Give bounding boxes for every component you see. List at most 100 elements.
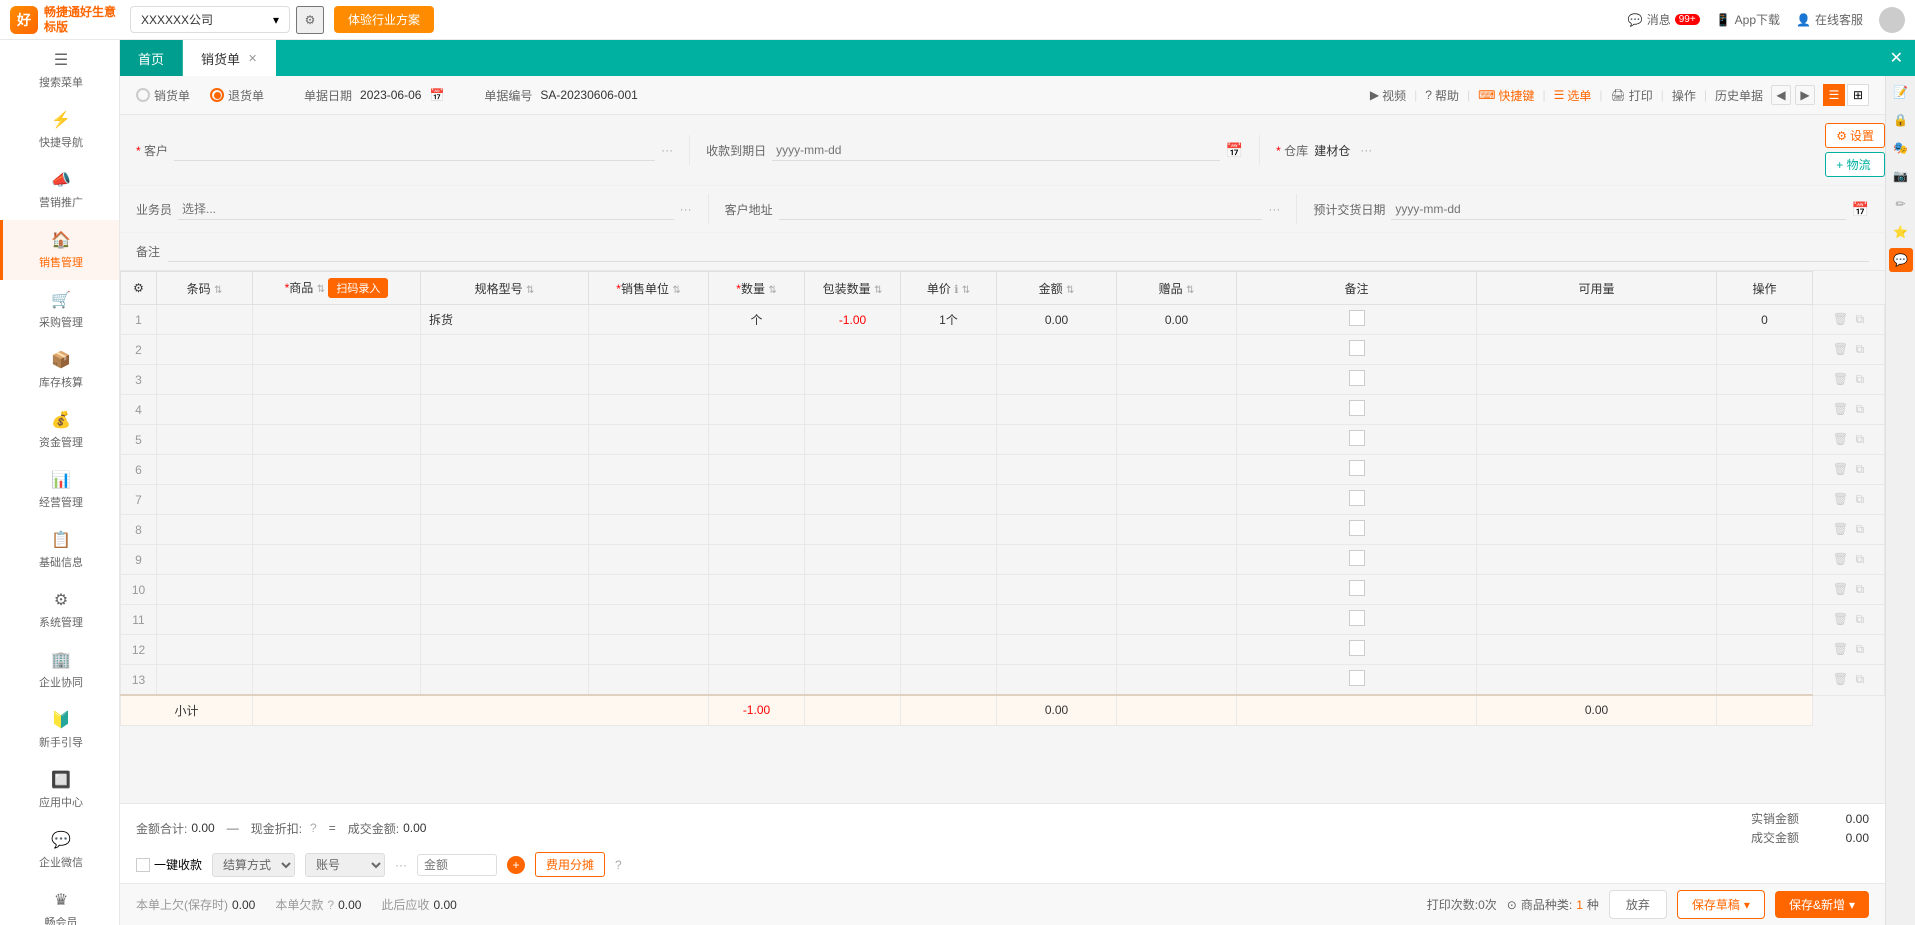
date-calendar-icon[interactable]: 📅 (429, 88, 444, 102)
expected-calendar-icon[interactable]: 📅 (1852, 201, 1869, 218)
fee-split-btn[interactable]: 费用分摊 (535, 852, 605, 877)
row-price[interactable] (997, 605, 1117, 635)
row-product[interactable] (421, 575, 589, 605)
row-barcode[interactable] (253, 485, 421, 515)
row-gift[interactable] (1237, 335, 1477, 365)
row-amount[interactable] (1117, 635, 1237, 665)
price-info-icon[interactable]: ℹ (954, 284, 958, 296)
sidebar-item-member[interactable]: ♛ 畅会员 (0, 880, 119, 925)
radio-return[interactable]: 退货单 (210, 87, 264, 104)
row-barcode[interactable] (253, 605, 421, 635)
row-unit[interactable]: 个 (709, 305, 805, 335)
sidebar-item-corp[interactable]: 🏢 企业协同 (0, 640, 119, 700)
sidebar-item-quick-nav[interactable]: ⚡ 快捷导航 (0, 100, 119, 160)
shortcut-btn[interactable]: ⌨ 快捷键 (1478, 87, 1534, 104)
row-qty[interactable]: -1.00 (805, 305, 901, 335)
copy-icon[interactable]: ⧉ (1856, 432, 1865, 446)
row-unit[interactable] (709, 425, 805, 455)
gift-checkbox[interactable] (1349, 460, 1365, 476)
row-amount[interactable] (1117, 455, 1237, 485)
row-product[interactable] (421, 365, 589, 395)
salesperson-dots[interactable]: ··· (680, 202, 692, 216)
row-settings[interactable] (157, 455, 253, 485)
row-pkg[interactable] (901, 515, 997, 545)
rt-btn-5[interactable]: ✏ (1889, 192, 1913, 216)
row-spec[interactable] (589, 605, 709, 635)
copy-icon[interactable]: ⧉ (1856, 402, 1865, 416)
expected-date-input[interactable] (1391, 199, 1845, 220)
row-price[interactable] (997, 515, 1117, 545)
message-btn[interactable]: 💬 消息 99+ (1628, 11, 1700, 28)
row-amount[interactable] (1117, 665, 1237, 696)
row-unit[interactable] (709, 365, 805, 395)
addr-dots[interactable]: ··· (1268, 202, 1280, 216)
gift-checkbox[interactable] (1349, 610, 1365, 626)
scan-button[interactable]: 扫码录入 (328, 278, 388, 298)
company-selector[interactable]: XXXXXX公司 ▾ (130, 6, 290, 33)
row-amount[interactable] (1117, 365, 1237, 395)
row-remark[interactable] (1477, 575, 1717, 605)
history-btn[interactable]: 历史单据 (1715, 87, 1763, 104)
row-spec[interactable] (589, 365, 709, 395)
row-barcode[interactable] (253, 575, 421, 605)
row-remark[interactable] (1477, 635, 1717, 665)
rt-btn-1[interactable]: 📝 (1889, 80, 1913, 104)
row-pkg[interactable]: 1个 (901, 305, 997, 335)
row-barcode[interactable] (253, 335, 421, 365)
row-qty[interactable] (805, 575, 901, 605)
row-price[interactable] (997, 425, 1117, 455)
gift-checkbox[interactable] (1349, 580, 1365, 596)
tab-sales-order[interactable]: 销货单 ✕ (183, 40, 276, 76)
row-amount[interactable] (1117, 485, 1237, 515)
customer-dots[interactable]: ··· (661, 143, 673, 157)
rt-btn-4[interactable]: 📷 (1889, 164, 1913, 188)
tab-home[interactable]: 首页 (120, 40, 183, 76)
row-gift[interactable] (1237, 575, 1477, 605)
delete-icon[interactable]: 🗑 (1833, 372, 1848, 386)
copy-icon[interactable]: ⧉ (1856, 492, 1865, 506)
row-settings[interactable] (157, 605, 253, 635)
online-service-btn[interactable]: 👤 在线客服 (1796, 11, 1863, 28)
row-spec[interactable] (589, 455, 709, 485)
row-price[interactable] (997, 575, 1117, 605)
payment-dots[interactable]: ··· (395, 858, 407, 872)
delete-icon[interactable]: 🗑 (1833, 492, 1848, 506)
app-download-btn[interactable]: 📱 App下载 (1716, 11, 1780, 28)
rt-btn-2[interactable]: 🔒 (1889, 108, 1913, 132)
row-barcode[interactable] (253, 425, 421, 455)
operate-btn[interactable]: 操作 (1672, 87, 1696, 104)
row-spec[interactable] (589, 335, 709, 365)
copy-icon[interactable]: ⧉ (1856, 372, 1865, 386)
prev-arrow[interactable]: ◀ (1771, 85, 1791, 105)
row-spec[interactable] (589, 395, 709, 425)
copy-icon[interactable]: ⧉ (1856, 672, 1865, 686)
row-product[interactable] (421, 425, 589, 455)
print-btn[interactable]: 🖨 打印 (1610, 87, 1652, 104)
discount-help-icon[interactable]: ? (310, 821, 317, 835)
row-remark[interactable] (1477, 515, 1717, 545)
row-remark[interactable] (1477, 485, 1717, 515)
sidebar-item-search[interactable]: ☰ 搜索菜单 (0, 40, 119, 100)
row-spec[interactable] (589, 575, 709, 605)
row-pkg[interactable] (901, 665, 997, 696)
row-remark[interactable] (1477, 425, 1717, 455)
gift-checkbox[interactable] (1349, 670, 1365, 686)
delete-icon[interactable]: 🗑 (1833, 552, 1848, 566)
row-spec[interactable] (589, 665, 709, 696)
row-barcode[interactable] (253, 305, 421, 335)
delete-icon[interactable]: 🗑 (1833, 432, 1848, 446)
copy-icon[interactable]: ⧉ (1856, 522, 1865, 536)
row-product[interactable] (421, 455, 589, 485)
row-amount[interactable]: 0.00 (1117, 305, 1237, 335)
rt-btn-3[interactable]: 🎭 (1889, 136, 1913, 160)
row-barcode[interactable] (253, 455, 421, 485)
row-gift[interactable] (1237, 395, 1477, 425)
row-amount[interactable] (1117, 545, 1237, 575)
row-pkg[interactable] (901, 635, 997, 665)
sidebar-item-system[interactable]: ⚙ 系统管理 (0, 580, 119, 640)
account-select[interactable]: 账号 (305, 853, 385, 877)
row-gift[interactable] (1237, 425, 1477, 455)
gift-checkbox[interactable] (1349, 310, 1365, 326)
due-date-input[interactable] (772, 140, 1220, 161)
row-qty[interactable] (805, 395, 901, 425)
